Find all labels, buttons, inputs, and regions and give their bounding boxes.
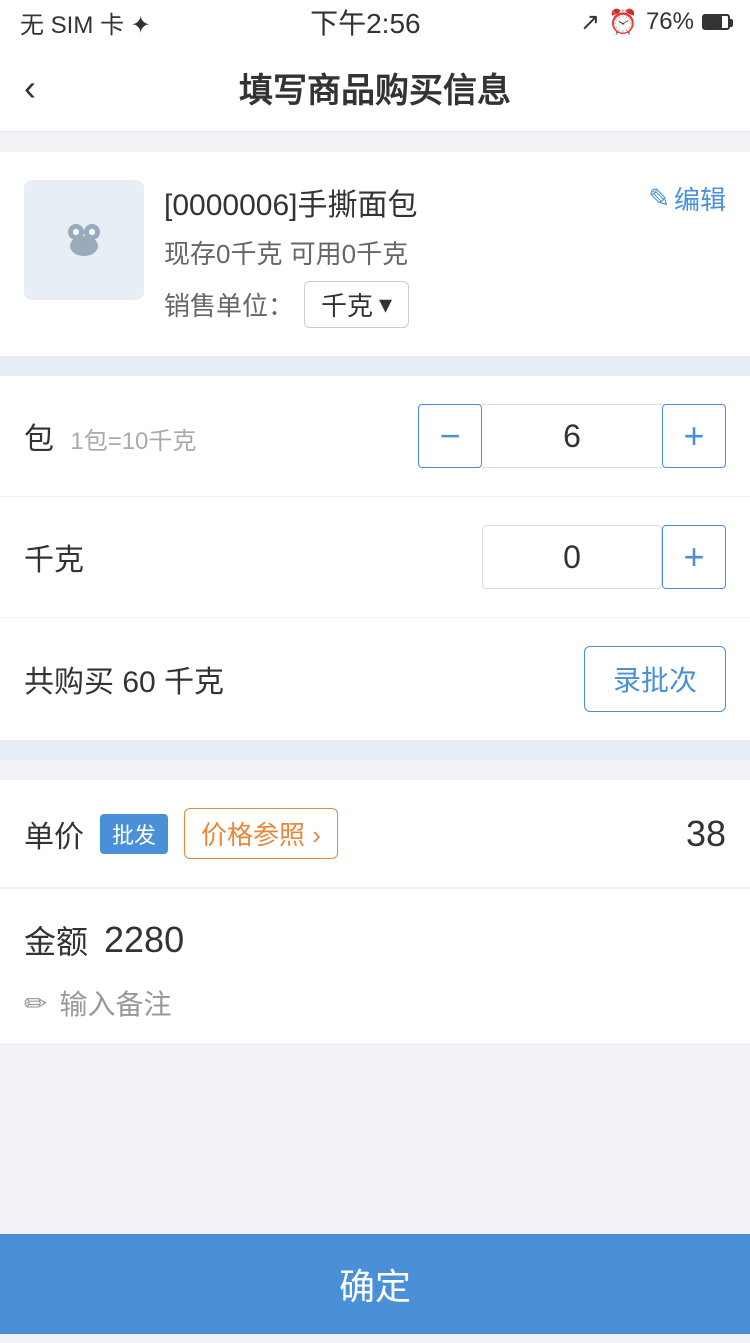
- back-button[interactable]: ‹: [24, 67, 36, 109]
- confirm-button[interactable]: 确定: [0, 1234, 750, 1334]
- pack-quantity-input[interactable]: [482, 404, 662, 468]
- product-image: [24, 180, 144, 300]
- pencil-icon: ✏: [24, 987, 47, 1020]
- status-right: ↗ ⏰ 76%: [580, 8, 730, 37]
- battery-icon: [702, 14, 730, 30]
- amount-row: 金额 2280: [24, 917, 726, 963]
- product-stock: 现存0千克 可用0千克: [164, 234, 726, 271]
- kg-row: 千克 +: [0, 497, 750, 618]
- pack-label: 包 1包=10千克: [24, 414, 418, 458]
- remark-row[interactable]: ✏ 输入备注: [24, 983, 726, 1023]
- chevron-down-icon: ▾: [379, 289, 392, 320]
- battery-label: 76%: [646, 8, 694, 36]
- status-bar: 无 SIM 卡 ✦ 下午2:56 ↗ ⏰ 76%: [0, 0, 750, 44]
- nav-bar: ‹ 填写商品购买信息: [0, 44, 750, 132]
- pack-minus-button[interactable]: −: [418, 404, 482, 468]
- product-unit-row: 销售单位： 千克 ▾: [164, 281, 726, 328]
- amount-section: 金额 2280 ✏ 输入备注: [0, 889, 750, 1043]
- alarm-icon: ⏰: [608, 8, 638, 37]
- kg-plus-button[interactable]: +: [662, 525, 726, 589]
- divider-2: [0, 740, 750, 760]
- price-value: 38: [686, 813, 726, 855]
- product-name: [0000006]手撕面包: [164, 180, 726, 224]
- edit-label: 编辑: [674, 180, 726, 217]
- price-section: 单价 批发 价格参照 › 38: [0, 780, 750, 887]
- location-icon: ↗: [580, 8, 600, 37]
- unit-value: 千克: [321, 286, 373, 323]
- kg-quantity-control: +: [482, 525, 726, 589]
- page-title: 填写商品购买信息: [239, 63, 511, 112]
- amount-value: 2280: [104, 919, 184, 961]
- unit-select[interactable]: 千克 ▾: [304, 281, 409, 328]
- status-time: 下午2:56: [310, 2, 421, 42]
- amount-label: 金额: [24, 917, 88, 963]
- price-label: 单价: [24, 812, 84, 856]
- remark-placeholder: 输入备注: [59, 983, 171, 1023]
- divider-1: [0, 356, 750, 376]
- pack-quantity-control: − +: [418, 404, 726, 468]
- pack-hint: 1包=10千克: [70, 428, 196, 455]
- product-info: [0000006]手撕面包 现存0千克 可用0千克 销售单位： 千克 ▾: [164, 180, 726, 328]
- price-reference-button[interactable]: 价格参照 ›: [184, 808, 338, 859]
- product-card: [0000006]手撕面包 现存0千克 可用0千克 销售单位： 千克 ▾ ✎ 编…: [0, 152, 750, 356]
- pack-row: 包 1包=10千克 − +: [0, 376, 750, 497]
- sim-label: 无 SIM 卡 ✦: [20, 5, 151, 40]
- product-logo-icon: [54, 210, 114, 270]
- kg-quantity-input[interactable]: [482, 525, 662, 589]
- batch-button[interactable]: 录批次: [584, 646, 726, 712]
- total-text: 共购买 60 千克: [24, 657, 224, 701]
- edit-button[interactable]: ✎ 编辑: [648, 180, 726, 217]
- edit-icon: ✎: [648, 183, 670, 214]
- total-row: 共购买 60 千克 录批次: [0, 618, 750, 740]
- status-left: 无 SIM 卡 ✦: [20, 5, 151, 40]
- unit-label: 销售单位：: [164, 286, 294, 323]
- quantity-section: 包 1包=10千克 − + 千克 +: [0, 376, 750, 618]
- pack-plus-button[interactable]: +: [662, 404, 726, 468]
- price-type-badge: 批发: [100, 814, 168, 854]
- kg-label: 千克: [24, 535, 482, 579]
